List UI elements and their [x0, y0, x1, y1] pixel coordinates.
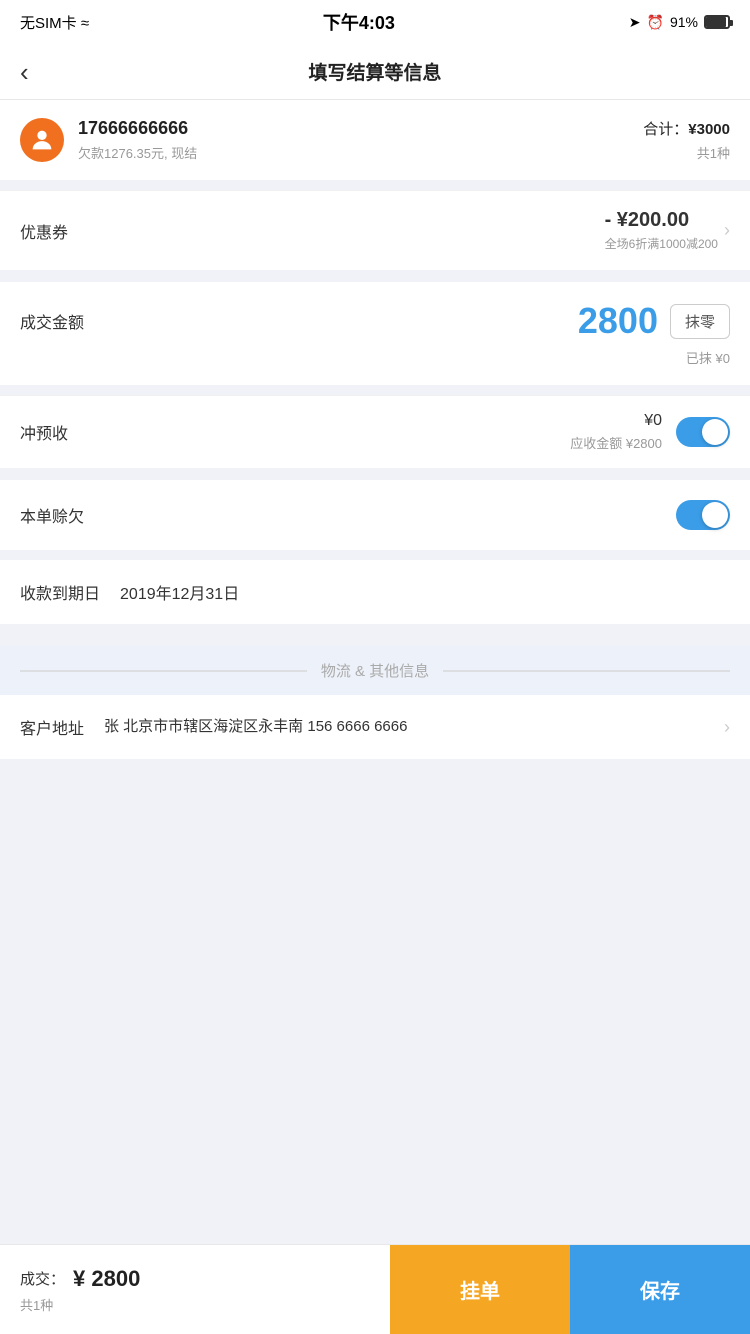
address-chevron-icon: ›: [724, 717, 730, 738]
deal-label: 成交金额: [20, 309, 84, 333]
page-title: 填写结算等信息: [308, 58, 441, 85]
battery-text: 91%: [670, 14, 698, 30]
due-date-section: 收款到期日 2019年12月31日: [0, 560, 750, 624]
bottom-count: 共1种: [20, 1295, 370, 1314]
status-right: ➤ ⏰ 91%: [629, 14, 730, 31]
section-divider-3: [0, 634, 750, 646]
coupon-chevron-icon: ›: [724, 220, 730, 241]
main-content: 17666666666 欠款1276.35元, 现结 合计：¥3000 共1种 …: [0, 100, 750, 1049]
total-label: 合计：¥3000: [643, 118, 730, 139]
coupon-amount: - ¥200.00: [605, 209, 718, 232]
debt-section: 本单赊欠: [0, 480, 750, 550]
user-left: 17666666666 欠款1276.35元, 现结: [20, 118, 197, 162]
logistics-header: 物流 & 其他信息: [0, 646, 750, 695]
battery-icon: [704, 15, 730, 29]
prepay-amount: ¥0: [570, 412, 662, 430]
prepay-sub: 应收金额 ¥2800: [570, 433, 662, 452]
prepay-toggle[interactable]: [676, 417, 730, 447]
total-count: 共1种: [643, 143, 730, 162]
avatar: [20, 118, 64, 162]
address-section[interactable]: 客户地址 张 北京市市辖区海淀区永丰南 156 6666 6666 ›: [0, 695, 750, 759]
prepay-label: 冲预收: [20, 420, 68, 444]
amount-right: 2800 抹零: [578, 300, 730, 342]
prepay-right: ¥0 应收金额 ¥2800: [570, 412, 730, 452]
nav-bar: ‹ 填写结算等信息: [0, 44, 750, 100]
round-button[interactable]: 抹零: [670, 304, 730, 339]
user-phone: 17666666666: [78, 118, 197, 139]
due-label: 收款到期日: [20, 580, 100, 604]
user-right: 合计：¥3000 共1种: [643, 118, 730, 162]
address-label: 客户地址: [20, 715, 84, 739]
status-bar: 无SIM卡 ≈ 下午4:03 ➤ ⏰ 91%: [0, 0, 750, 44]
user-info: 17666666666 欠款1276.35元, 现结: [78, 118, 197, 162]
bottom-label: 成交：: [20, 1268, 65, 1289]
status-time: 下午4:03: [323, 9, 395, 35]
amount-section: 成交金额 2800 抹零 已抹 ¥0: [0, 282, 750, 385]
user-sub: 欠款1276.35元, 现结: [78, 143, 197, 162]
status-left: 无SIM卡 ≈: [20, 12, 89, 33]
bottom-info: 成交： ¥ 2800 共1种: [0, 1245, 390, 1334]
prepay-row: 冲预收 ¥0 应收金额 ¥2800: [0, 395, 750, 468]
coupon-desc: 全场6折满1000减200: [605, 235, 718, 252]
hang-button[interactable]: 挂单: [390, 1245, 570, 1334]
bottom-price: ¥ 2800: [73, 1266, 140, 1292]
user-card: 17666666666 欠款1276.35元, 现结 合计：¥3000 共1种: [0, 100, 750, 180]
alarm-icon: ⏰: [647, 14, 664, 31]
bottom-price-row: 成交： ¥ 2800: [20, 1266, 370, 1292]
empty-area: [0, 759, 750, 959]
back-button[interactable]: ‹: [20, 59, 29, 85]
amount-row: 成交金额 2800 抹零: [20, 300, 730, 342]
coupon-right: - ¥200.00 全场6折满1000减200 ›: [605, 209, 730, 252]
address-value: 张 北京市市辖区海淀区永丰南 156 6666 6666: [104, 716, 704, 739]
location-icon: ➤: [629, 14, 641, 31]
save-button[interactable]: 保存: [570, 1245, 750, 1334]
due-row: 收款到期日 2019年12月31日: [20, 580, 730, 604]
coupon-row[interactable]: 优惠券 - ¥200.00 全场6折满1000减200 ›: [0, 190, 750, 270]
no-sim-text: 无SIM卡 ≈: [20, 12, 89, 33]
debt-label: 本单赊欠: [20, 503, 84, 527]
deal-value: 2800: [578, 300, 658, 342]
due-value: 2019年12月31日: [120, 580, 239, 604]
prepay-amount-block: ¥0 应收金额 ¥2800: [570, 412, 662, 452]
coupon-label: 优惠券: [20, 219, 68, 243]
section-divider-1: [0, 270, 750, 282]
user-icon: [28, 126, 56, 154]
section-divider-2: [0, 468, 750, 480]
bottom-bar: 成交： ¥ 2800 共1种 挂单 保存: [0, 1244, 750, 1334]
debt-toggle[interactable]: [676, 500, 730, 530]
deal-sub: 已抹 ¥0: [20, 348, 730, 367]
logistics-title: 物流 & 其他信息: [321, 663, 429, 680]
